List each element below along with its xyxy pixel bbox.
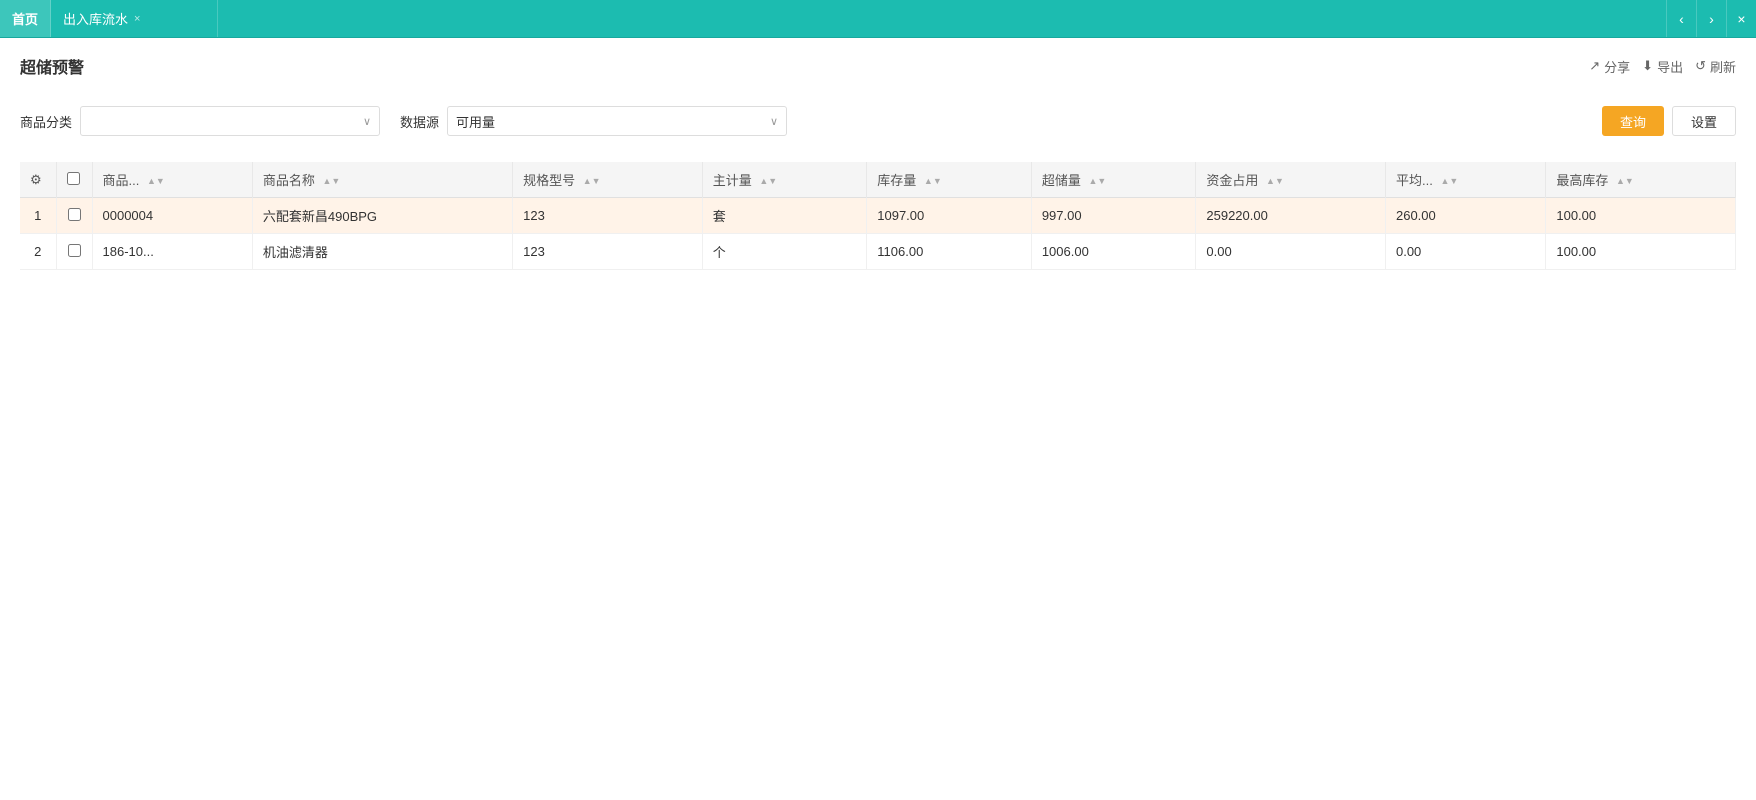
row-spec: 123	[513, 198, 703, 234]
col-name-label: 商品名称	[263, 173, 315, 188]
share-icon: ↗	[1589, 58, 1600, 74]
row-max: 100.00	[1546, 198, 1736, 234]
row-checkbox[interactable]	[68, 208, 81, 221]
sort-icon-stock[interactable]: ▲▼	[924, 177, 942, 187]
col-header-code: 商品... ▲▼	[92, 162, 252, 198]
category-select[interactable]: ∨	[80, 106, 380, 136]
settings-button[interactable]: 设置	[1672, 106, 1736, 136]
row-checkbox-cell	[56, 198, 92, 234]
col-checkbox-header	[56, 162, 92, 198]
row-checkbox[interactable]	[68, 244, 81, 257]
col-capital-label: 资金占用	[1206, 173, 1258, 188]
category-label: 商品分类	[20, 112, 72, 131]
data-table: ⚙ 商品... ▲▼ 商品名称 ▲▼ 规格型号 ▲▼ 主计	[20, 162, 1736, 270]
col-stock-label: 库存量	[877, 173, 916, 188]
nav-home-label: 首页	[12, 9, 38, 28]
select-all-checkbox[interactable]	[67, 172, 80, 185]
col-over-label: 超储量	[1042, 173, 1081, 188]
row-over: 1006.00	[1031, 234, 1196, 270]
share-button[interactable]: ↗ 分享	[1589, 57, 1630, 76]
nav-arrow-close[interactable]: ×	[1726, 0, 1756, 38]
row-avg: 0.00	[1385, 234, 1545, 270]
table-header-row: ⚙ 商品... ▲▼ 商品名称 ▲▼ 规格型号 ▲▼ 主计	[20, 162, 1736, 198]
sort-icon-avg[interactable]: ▲▼	[1440, 177, 1458, 187]
col-header-stock: 库存量 ▲▼	[867, 162, 1032, 198]
col-header-capital: 资金占用 ▲▼	[1196, 162, 1386, 198]
nav-arrow-right[interactable]: ›	[1696, 0, 1726, 38]
table-row: 1 0000004 六配套新昌490BPG 123 套 1097.00 997.…	[20, 198, 1736, 234]
datasource-select-value: 可用量	[456, 112, 495, 131]
export-button[interactable]: ⬇ 导出	[1642, 57, 1683, 76]
sort-icon-max[interactable]: ▲▼	[1616, 177, 1634, 187]
row-avg: 260.00	[1385, 198, 1545, 234]
col-header-max: 最高库存 ▲▼	[1546, 162, 1736, 198]
datasource-select[interactable]: 可用量 ∨	[447, 106, 787, 136]
query-button[interactable]: 查询	[1602, 106, 1664, 136]
col-max-label: 最高库存	[1556, 173, 1608, 188]
sort-icon-code[interactable]: ▲▼	[147, 177, 165, 187]
row-stock: 1097.00	[867, 198, 1032, 234]
nav-arrow-left[interactable]: ‹	[1666, 0, 1696, 38]
row-code: 0000004	[92, 198, 252, 234]
col-header-spec: 规格型号 ▲▼	[513, 162, 703, 198]
nav-arrows: ‹ › ×	[1666, 0, 1756, 38]
filter-category: 商品分类 ∨	[20, 106, 380, 136]
nav-tab-label: 出入库流水	[63, 9, 128, 28]
filter-datasource: 数据源 可用量 ∨	[400, 106, 787, 136]
nav-home[interactable]: 首页	[0, 0, 51, 38]
header-actions: ↗ 分享 ⬇ 导出 ↺ 刷新	[1589, 57, 1736, 76]
nav-tabs-container: 拣货任务管理×拣货异常处理×现存量（库存状况表）×现存量（库存分布表）×库存批次…	[51, 0, 218, 38]
row-capital: 0.00	[1196, 234, 1386, 270]
nav-tab-tab-6[interactable]: 出入库流水 ×	[51, 0, 218, 38]
nav-tab-close-tab-6[interactable]: ×	[134, 13, 140, 25]
col-unit-label: 主计量	[713, 173, 752, 188]
chevron-down-icon: ∨	[363, 115, 371, 128]
row-over: 997.00	[1031, 198, 1196, 234]
sort-icon-over[interactable]: ▲▼	[1088, 177, 1106, 187]
row-max: 100.00	[1546, 234, 1736, 270]
page-content: 超储预警 ↗ 分享 ⬇ 导出 ↺ 刷新 商品分类 ∨ 数据源	[0, 38, 1756, 800]
datasource-label: 数据源	[400, 112, 439, 131]
col-header-avg: 平均... ▲▼	[1385, 162, 1545, 198]
refresh-label: 刷新	[1710, 57, 1736, 76]
export-label: 导出	[1657, 57, 1683, 76]
sort-icon-unit[interactable]: ▲▼	[759, 177, 777, 187]
row-stock: 1106.00	[867, 234, 1032, 270]
row-unit: 套	[702, 198, 867, 234]
filter-action-buttons: 查询 设置	[1602, 106, 1736, 136]
share-label: 分享	[1604, 57, 1630, 76]
sort-icon-spec[interactable]: ▲▼	[583, 177, 601, 187]
row-name: 机油滤清器	[252, 234, 512, 270]
row-code: 186-10...	[92, 234, 252, 270]
row-checkbox-cell	[56, 234, 92, 270]
top-navigation: 首页 拣货任务管理×拣货异常处理×现存量（库存状况表）×现存量（库存分布表）×库…	[0, 0, 1756, 38]
page-title: 超储预警	[20, 54, 84, 78]
gear-icon[interactable]: ⚙	[30, 172, 42, 187]
sort-icon-name[interactable]: ▲▼	[323, 177, 341, 187]
table-row: 2 186-10... 机油滤清器 123 个 1106.00 1006.00 …	[20, 234, 1736, 270]
col-header-unit: 主计量 ▲▼	[702, 162, 867, 198]
filter-area: 商品分类 ∨ 数据源 可用量 ∨ 查询 设置	[20, 94, 1736, 148]
chevron-down-icon-2: ∨	[770, 115, 778, 128]
page-header: 超储预警 ↗ 分享 ⬇ 导出 ↺ 刷新	[20, 54, 1736, 78]
row-name: 六配套新昌490BPG	[252, 198, 512, 234]
row-num: 2	[20, 234, 56, 270]
row-capital: 259220.00	[1196, 198, 1386, 234]
row-num: 1	[20, 198, 56, 234]
refresh-button[interactable]: ↺ 刷新	[1695, 57, 1736, 76]
table-body: 1 0000004 六配套新昌490BPG 123 套 1097.00 997.…	[20, 198, 1736, 270]
sort-icon-capital[interactable]: ▲▼	[1266, 177, 1284, 187]
row-spec: 123	[513, 234, 703, 270]
col-header-name: 商品名称 ▲▼	[252, 162, 512, 198]
col-spec-label: 规格型号	[523, 173, 575, 188]
row-unit: 个	[702, 234, 867, 270]
col-code-label: 商品...	[103, 173, 140, 188]
export-icon: ⬇	[1642, 58, 1653, 74]
col-header-over: 超储量 ▲▼	[1031, 162, 1196, 198]
refresh-icon: ↺	[1695, 58, 1706, 74]
col-gear: ⚙	[20, 162, 56, 198]
col-avg-label: 平均...	[1396, 173, 1433, 188]
